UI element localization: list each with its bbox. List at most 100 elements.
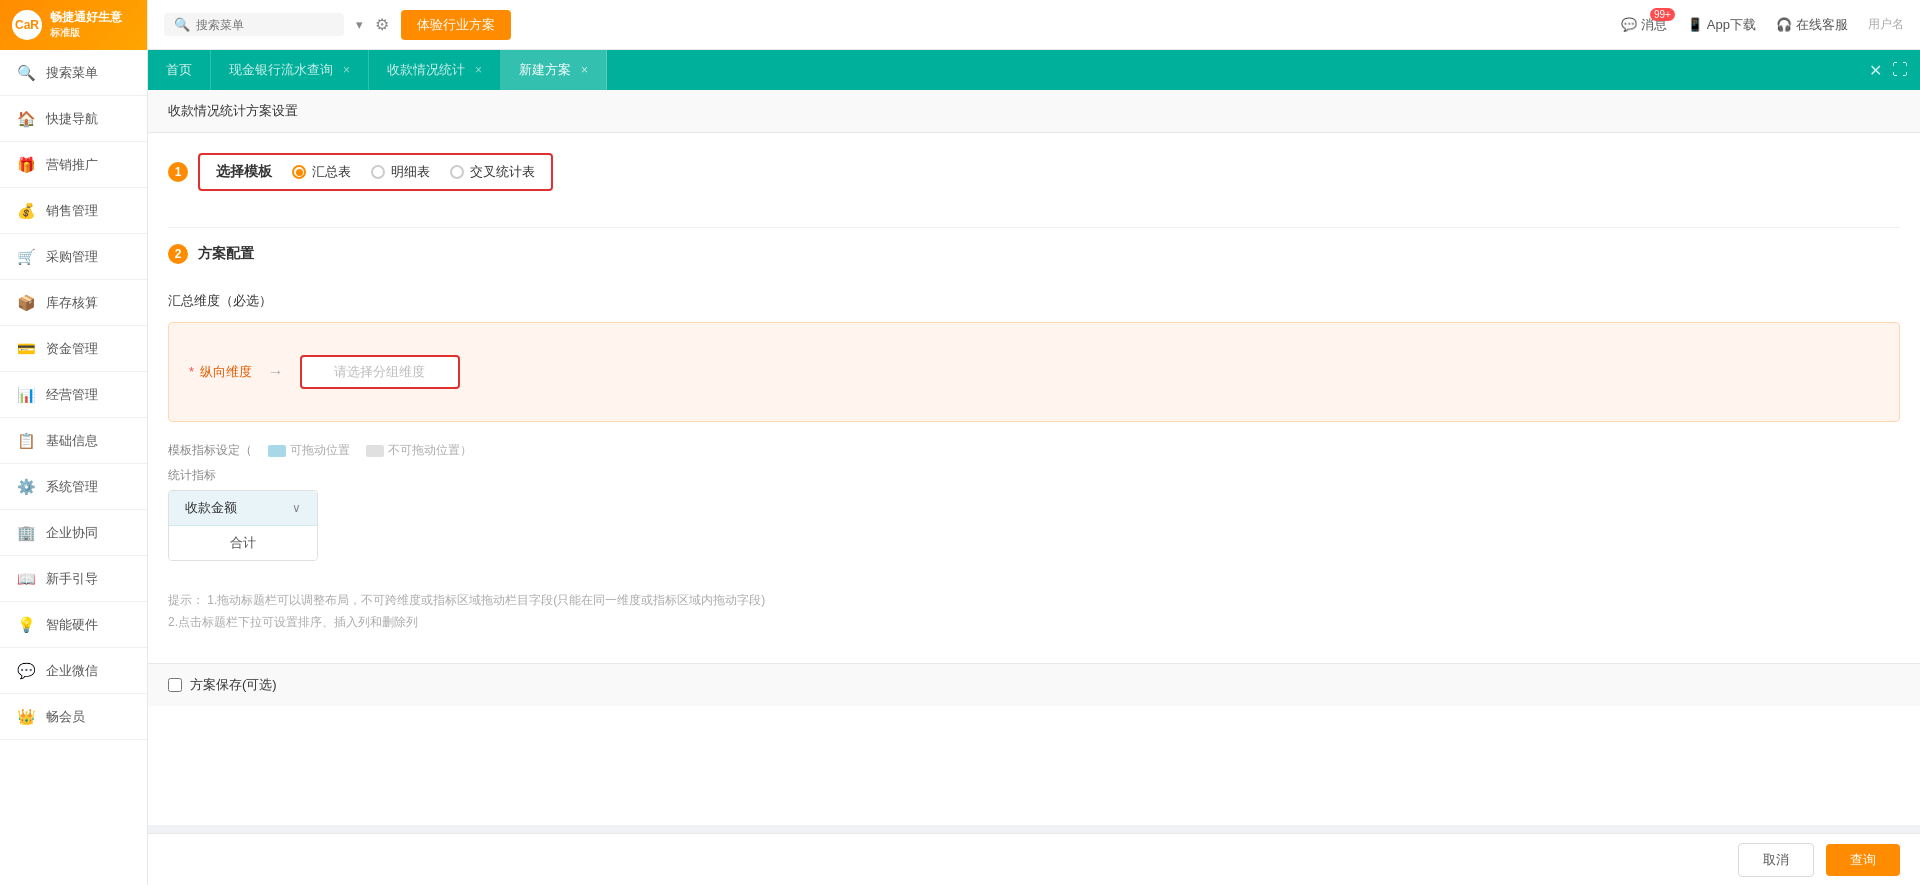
message-badge[interactable]: 💬 消息 99+ xyxy=(1621,16,1667,34)
bulb-icon: 💡 xyxy=(16,615,36,635)
sidebar-label-wechat: 企业微信 xyxy=(46,662,98,680)
sidebar-item-basic[interactable]: 📋 基础信息 xyxy=(0,418,147,464)
message-count: 99+ xyxy=(1650,8,1675,21)
gift-icon: 🎁 xyxy=(16,155,36,175)
section2-header: 2 方案配置 xyxy=(168,244,1900,264)
radio-detail[interactable]: 明细表 xyxy=(371,163,430,181)
tab-collection-stats-label: 收款情况统计 xyxy=(387,61,465,79)
sidebar-item-inventory[interactable]: 📦 库存核算 xyxy=(0,280,147,326)
tab-collection-stats[interactable]: 收款情况统计 × xyxy=(369,50,501,90)
radio-summary-circle xyxy=(292,165,306,179)
sidebar-item-newbie[interactable]: 📖 新手引导 xyxy=(0,556,147,602)
sidebar-label-newbie: 新手引导 xyxy=(46,570,98,588)
sidebar-label-basic: 基础信息 xyxy=(46,432,98,450)
tab-cash-flow[interactable]: 现金银行流水查询 × xyxy=(211,50,369,90)
tab-collection-stats-close[interactable]: × xyxy=(475,63,482,77)
search-icon-top: 🔍 xyxy=(174,17,190,32)
sidebar-item-sales[interactable]: 💰 销售管理 xyxy=(0,188,147,234)
tab-close-window-icon[interactable]: ✕ xyxy=(1869,61,1882,80)
sidebar-label-smart-hw: 智能硬件 xyxy=(46,616,98,634)
cancel-button[interactable]: 取消 xyxy=(1738,843,1814,877)
app-download[interactable]: 📱 App下载 xyxy=(1687,16,1756,34)
radio-summary-label: 汇总表 xyxy=(312,163,351,181)
sidebar-item-member[interactable]: 👑 畅会员 xyxy=(0,694,147,740)
metrics-section: 模板指标设定（ 可拖动位置 不可拖动位置） 统计指标 xyxy=(168,442,1900,564)
tabbar: 首页 现金银行流水查询 × 收款情况统计 × 新建方案 × ✕ ⛶ xyxy=(148,50,1920,90)
template-radio-group: 汇总表 明细表 交叉统计表 xyxy=(292,163,535,181)
search-box: 🔍 xyxy=(164,13,344,36)
section1-num: 1 xyxy=(168,162,188,182)
template-selection-box: 选择模板 汇总表 明细表 xyxy=(198,153,553,191)
try-industry-button[interactable]: 体验行业方案 xyxy=(401,10,511,40)
username-text: 用户名 xyxy=(1868,17,1904,31)
logo-sub: 标准版 xyxy=(50,26,122,40)
sidebar-item-enterprise[interactable]: 🏢 企业协同 xyxy=(0,510,147,556)
tab-cash-flow-close[interactable]: × xyxy=(343,63,350,77)
save-section: 方案保存(可选) xyxy=(148,663,1920,706)
metrics-chevron-icon[interactable]: ∨ xyxy=(292,501,301,515)
radio-detail-circle xyxy=(371,165,385,179)
hint-line-2: 2.点击标题栏下拉可设置排序、插入列和删除列 xyxy=(168,612,1900,634)
sidebar-item-system[interactable]: ⚙️ 系统管理 xyxy=(0,464,147,510)
query-button[interactable]: 查询 xyxy=(1826,844,1900,876)
card-icon: 💳 xyxy=(16,339,36,359)
search-icon: 🔍 xyxy=(16,63,36,83)
metrics-table-header[interactable]: 收款金额 ∨ xyxy=(169,491,317,526)
drag-icon-movable xyxy=(268,445,286,457)
radio-summary[interactable]: 汇总表 xyxy=(292,163,351,181)
sidebar-label-member: 畅会员 xyxy=(46,708,85,726)
tab-new-plan-close[interactable]: × xyxy=(581,63,588,77)
tab-new-plan[interactable]: 新建方案 × xyxy=(501,50,607,90)
section-config: 2 方案配置 汇总维度（必选） * 纵向维度 → 请选择分组维度 xyxy=(148,228,1920,663)
dimension-row: * 纵向维度 → 请选择分组维度 xyxy=(189,355,460,389)
section2-num: 2 xyxy=(168,244,188,264)
non-draggable-indicator: 不可拖动位置） xyxy=(366,442,472,459)
section1-header: 1 选择模板 汇总表 明细表 xyxy=(168,153,1900,191)
tab-home-label: 首页 xyxy=(166,61,192,79)
sidebar-label-operation: 经营管理 xyxy=(46,386,98,404)
user-area[interactable]: 用户名 xyxy=(1868,16,1904,33)
sidebar-item-wechat[interactable]: 💬 企业微信 xyxy=(0,648,147,694)
hint-text-2: 2.点击标题栏下拉可设置排序、插入列和删除列 xyxy=(168,612,418,634)
vertical-dim-label: * 纵向维度 xyxy=(189,363,252,381)
sidebar-item-marketing[interactable]: 🎁 营销推广 xyxy=(0,142,147,188)
chevron-down-icon[interactable]: ▾ xyxy=(356,17,363,32)
main-area: 🔍 ▾ ⚙ 体验行业方案 💬 消息 99+ 📱 App下载 🎧 在线客服 用户名 xyxy=(148,0,1920,885)
stats-indicator-label: 统计指标 xyxy=(168,467,318,484)
sidebar-item-purchase[interactable]: 🛒 采购管理 xyxy=(0,234,147,280)
online-service[interactable]: 🎧 在线客服 xyxy=(1776,16,1848,34)
radio-crosstab-label: 交叉统计表 xyxy=(470,163,535,181)
sidebar-item-search[interactable]: 🔍 搜索菜单 xyxy=(0,50,147,96)
save-checkbox[interactable] xyxy=(168,678,182,692)
hint-text-1: 提示： 1.拖动标题栏可以调整布局，不可跨维度或指标区域拖动栏目字段(只能在同一… xyxy=(168,590,765,612)
section2-title: 方案配置 xyxy=(198,245,254,263)
metrics-table-row-total: 合计 xyxy=(169,526,317,560)
metrics-table: 收款金额 ∨ 合计 xyxy=(168,490,318,561)
sidebar-label-marketing: 营销推广 xyxy=(46,156,98,174)
section1-title: 选择模板 xyxy=(216,163,272,181)
dimension-select[interactable]: 请选择分组维度 xyxy=(300,355,460,389)
sidebar-item-finance[interactable]: 💳 资金管理 xyxy=(0,326,147,372)
sidebar-item-quick-nav[interactable]: 🏠 快捷导航 xyxy=(0,96,147,142)
arrow-icon: → xyxy=(268,363,284,381)
sidebar-label-enterprise: 企业协同 xyxy=(46,524,98,542)
tab-home[interactable]: 首页 xyxy=(148,50,211,90)
sidebar-item-smart-hw[interactable]: 💡 智能硬件 xyxy=(0,602,147,648)
search-input[interactable] xyxy=(196,18,326,32)
sidebar-label-inventory: 库存核算 xyxy=(46,294,98,312)
tab-maximize-icon[interactable]: ⛶ xyxy=(1892,61,1908,79)
logo-text: 畅捷通好生意 xyxy=(50,10,122,26)
content-inner: 收款情况统计方案设置 1 选择模板 汇总表 xyxy=(148,90,1920,825)
topbar: 🔍 ▾ ⚙ 体验行业方案 💬 消息 99+ 📱 App下载 🎧 在线客服 用户名 xyxy=(148,0,1920,50)
tabbar-controls: ✕ ⛶ xyxy=(1869,50,1920,90)
book-icon: 📖 xyxy=(16,569,36,589)
draggable-indicator: 可拖动位置 xyxy=(268,442,350,459)
sidebar-logo: CaR 畅捷通好生意 标准版 xyxy=(0,0,147,50)
radio-crosstab[interactable]: 交叉统计表 xyxy=(450,163,535,181)
metrics-header: 模板指标设定（ 可拖动位置 不可拖动位置） xyxy=(168,442,1900,459)
topbar-right: 💬 消息 99+ 📱 App下载 🎧 在线客服 用户名 xyxy=(1621,16,1904,34)
settings-icon[interactable]: ⚙ xyxy=(375,15,389,34)
sidebar-item-operation[interactable]: 📊 经营管理 xyxy=(0,372,147,418)
box-icon: 📦 xyxy=(16,293,36,313)
sidebar-label-finance: 资金管理 xyxy=(46,340,98,358)
